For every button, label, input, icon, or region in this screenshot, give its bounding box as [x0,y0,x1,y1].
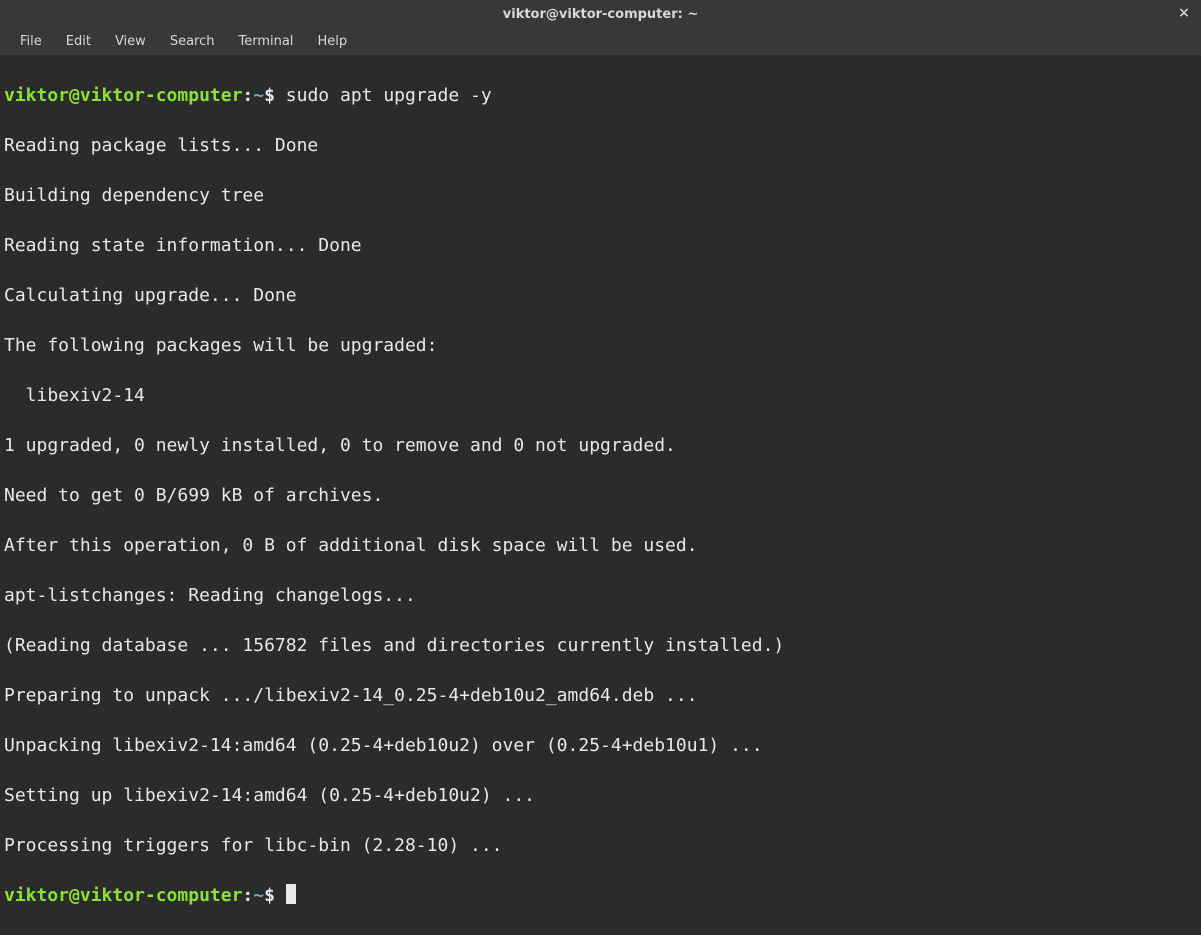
output-line: Calculating upgrade... Done [4,283,1197,308]
output-line: libexiv2-14 [4,383,1197,408]
output-line: apt-listchanges: Reading changelogs... [4,583,1197,608]
menu-help[interactable]: Help [305,30,359,53]
output-line: 1 upgraded, 0 newly installed, 0 to remo… [4,433,1197,458]
prompt-path: ~ [253,885,264,906]
output-line: Need to get 0 B/699 kB of archives. [4,483,1197,508]
prompt-separator: : [242,85,253,106]
output-line: Reading package lists... Done [4,133,1197,158]
output-line: Unpacking libexiv2-14:amd64 (0.25-4+deb1… [4,733,1197,758]
output-line: After this operation, 0 B of additional … [4,533,1197,558]
terminal-line: viktor@viktor-computer:~$ [4,883,1197,908]
menubar: File Edit View Search Terminal Help [0,28,1201,56]
terminal-body[interactable]: viktor@viktor-computer:~$ sudo apt upgra… [0,56,1201,935]
output-line: Preparing to unpack .../libexiv2-14_0.25… [4,683,1197,708]
prompt-separator: : [242,885,253,906]
output-line: Building dependency tree [4,183,1197,208]
output-line: Setting up libexiv2-14:amd64 (0.25-4+deb… [4,783,1197,808]
window-titlebar: viktor@viktor-computer: ~ × [0,0,1201,28]
output-line: Processing triggers for libc-bin (2.28-1… [4,833,1197,858]
output-line: (Reading database ... 156782 files and d… [4,633,1197,658]
prompt-user: viktor@viktor-computer [4,85,242,106]
output-line: The following packages will be upgraded: [4,333,1197,358]
prompt-dollar: $ [264,85,275,106]
terminal-line: viktor@viktor-computer:~$ sudo apt upgra… [4,83,1197,108]
menu-file[interactable]: File [8,30,54,53]
window-title: viktor@viktor-computer: ~ [503,7,698,22]
prompt-dollar: $ [264,885,275,906]
close-icon[interactable]: × [1175,4,1193,22]
prompt-user: viktor@viktor-computer [4,885,242,906]
menu-view[interactable]: View [103,30,158,53]
menu-search[interactable]: Search [158,30,227,53]
menu-edit[interactable]: Edit [54,30,103,53]
output-line: Reading state information... Done [4,233,1197,258]
menu-terminal[interactable]: Terminal [226,30,305,53]
prompt-path: ~ [253,85,264,106]
command-text: sudo apt upgrade -y [286,85,492,106]
cursor [286,884,296,904]
